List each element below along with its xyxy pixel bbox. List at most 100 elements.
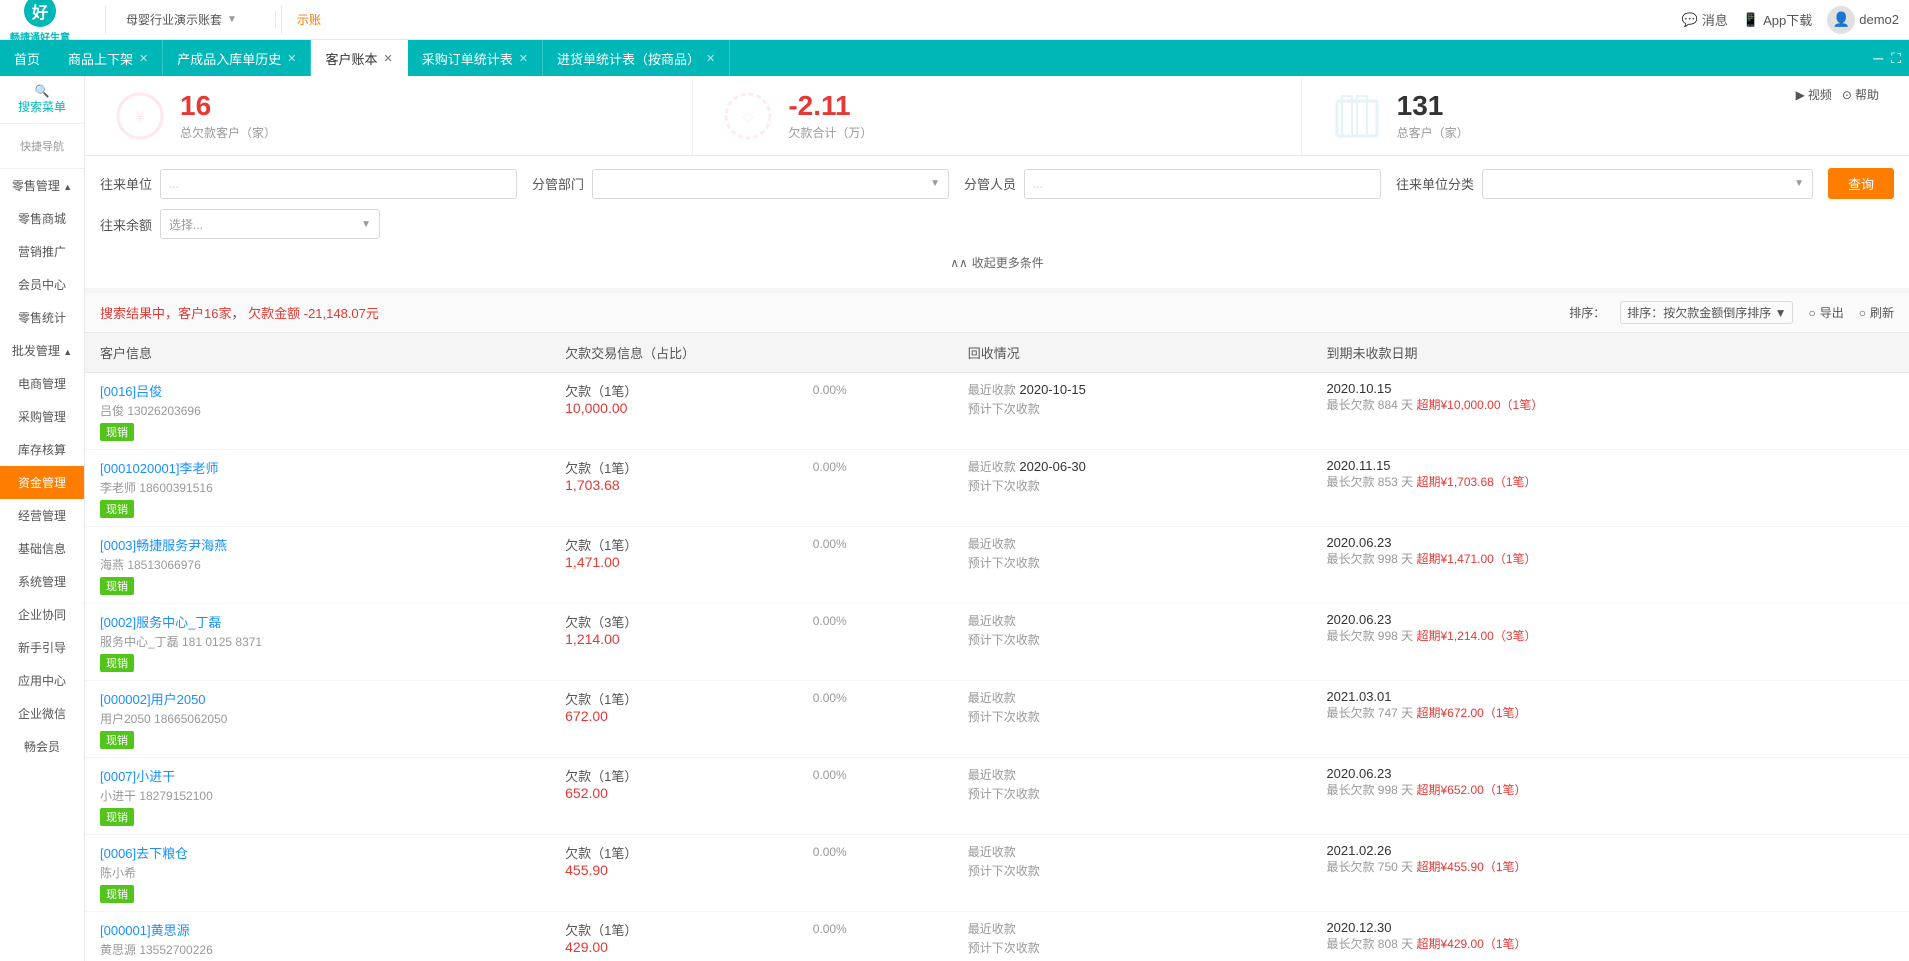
sort-select[interactable]: 排序：按欠款金额倒序排序 ▼ xyxy=(1620,301,1793,324)
overdue-amount-2[interactable]: 超期¥1,471.00（1笔） xyxy=(1416,552,1536,566)
sidebar-item-member-center[interactable]: 会员中心 xyxy=(0,268,84,301)
customer-name-1[interactable]: [0001020001]李老师 xyxy=(100,458,535,477)
debt-amount-7[interactable]: 429.00 xyxy=(565,939,783,955)
debt-amount-4[interactable]: 672.00 xyxy=(565,708,783,724)
export-btn[interactable]: ○ 导出 xyxy=(1808,304,1843,321)
sidebar-item-enterprise-coop[interactable]: 企业协同 xyxy=(0,598,84,631)
customer-name-5[interactable]: [0007]小进干 xyxy=(100,766,535,785)
sidebar-item-basic-info[interactable]: 基础信息 xyxy=(0,532,84,565)
td-debt-info-5: 欠款（1笔） 652.00 xyxy=(550,758,798,835)
filter-person: 分管人员 ... xyxy=(964,169,1381,199)
results-bar: 搜索结果中，客户16家， 欠款金额 -21,148.07元 排序： 排序：按欠款… xyxy=(85,293,1909,333)
sidebar-item-retail-mall[interactable]: 零售商城 xyxy=(0,202,84,235)
message-btn[interactable]: 💬 消息 xyxy=(1682,10,1728,29)
overdue-amount-0[interactable]: 超期¥10,000.00（1笔） xyxy=(1416,398,1543,412)
filter-balance-select[interactable]: 选择... ▼ xyxy=(160,209,380,239)
tabs-actions: ─ ⛶ xyxy=(1865,50,1909,67)
overdue-amount-3[interactable]: 超期¥1,214.00（3笔） xyxy=(1416,629,1536,643)
debt-amount-1[interactable]: 1,703.68 xyxy=(565,477,783,493)
table-row: [000002]用户2050 用户2050 18665062050 现销 欠款（… xyxy=(85,681,1909,758)
debt-amount-2[interactable]: 1,471.00 xyxy=(565,554,783,570)
sidebar-item-purchase-mgmt[interactable]: 采购管理 xyxy=(0,400,84,433)
refresh-btn[interactable]: ○ 刷新 xyxy=(1859,304,1894,321)
demo-link[interactable]: 示账 xyxy=(287,11,331,28)
debt-amount-5[interactable]: 652.00 xyxy=(565,785,783,801)
customer-name-3[interactable]: [0002]服务中心_丁磊 xyxy=(100,612,535,631)
sidebar-item-enterprise-wechat[interactable]: 企业微信 xyxy=(0,697,84,730)
sidebar-item-app-center[interactable]: 应用中心 xyxy=(0,664,84,697)
sidebar-item-retail-mgmt[interactable]: 零售管理 ▲ xyxy=(0,169,84,202)
search-button[interactable]: 查询 xyxy=(1828,168,1894,199)
filter-customer-label: 往来单位 xyxy=(100,174,152,193)
sort-arrow-icon: ▼ xyxy=(1775,306,1787,320)
sidebar-item-new-guide[interactable]: 新手引导 xyxy=(0,631,84,664)
filter-dept: 分管部门 ▼ xyxy=(532,169,949,199)
tab-products-shelf[interactable]: 商品上下架 ✕ xyxy=(54,40,163,76)
sidebar-search[interactable]: 🔍 搜索菜单 xyxy=(0,76,84,124)
video-icon: ▶ xyxy=(1796,88,1805,102)
filter-person-label: 分管人员 xyxy=(964,174,1016,193)
sidebar-item-ecommerce[interactable]: 电商管理 xyxy=(0,367,84,400)
filter-customer-input[interactable]: ... xyxy=(160,169,517,199)
sidebar-item-member-vip[interactable]: 畅会员 xyxy=(0,730,84,763)
filter-category-select[interactable]: ▼ xyxy=(1482,169,1813,199)
overdue-amount-1[interactable]: 超期¥1,703.68（1笔） xyxy=(1416,475,1536,489)
close-tab-production-history[interactable]: ✕ xyxy=(287,52,296,65)
sidebar-item-marketing[interactable]: 营销推广 xyxy=(0,235,84,268)
stat-actions: ▶ 视频 ⊙ 帮助 xyxy=(1796,76,1879,103)
sidebar-item-batch-mgmt[interactable]: 批发管理 ▲ xyxy=(0,334,84,367)
td-debt-pct-7: 0.00% xyxy=(798,912,953,961)
tab-purchase-stats-product[interactable]: 进货单统计表（按商品） ✕ xyxy=(543,40,730,76)
filter-dept-select[interactable]: ▼ xyxy=(592,169,949,199)
customer-name-2[interactable]: [0003]畅捷服务尹海燕 xyxy=(100,535,535,554)
close-tab-products-shelf[interactable]: ✕ xyxy=(139,52,148,65)
tab-home[interactable]: 首页 xyxy=(0,49,54,68)
td-collection-4: 最近收款 预计下次收款 xyxy=(953,681,1312,758)
table-row: [000001]黄思源 黄思源 13552700226 现销 欠款（1笔） 42… xyxy=(85,912,1909,961)
overdue-days-2: 最长欠款 998 天 超期¥1,471.00（1笔） xyxy=(1326,550,1894,567)
overdue-amount-7[interactable]: 超期¥429.00（1笔） xyxy=(1416,937,1526,951)
tabs-minimize-icon[interactable]: ─ xyxy=(1873,50,1883,66)
sidebar-item-inventory[interactable]: 库存核算 xyxy=(0,433,84,466)
close-tab-customer-account[interactable]: ✕ xyxy=(384,52,393,65)
sidebar-item-retail-stats[interactable]: 零售统计 xyxy=(0,301,84,334)
filter-row-1: 往来单位 ... 分管部门 ▼ 分管人员 xyxy=(100,168,1894,199)
customer-name-7[interactable]: [000001]黄思源 xyxy=(100,920,535,939)
td-collection-3: 最近收款 预计下次收款 xyxy=(953,604,1312,681)
filter-person-input[interactable]: ... xyxy=(1024,169,1381,199)
sidebar-item-system-mgmt[interactable]: 系统管理 xyxy=(0,565,84,598)
customer-name-0[interactable]: [0016]吕俊 xyxy=(100,381,535,400)
help-btn[interactable]: ⊙ 帮助 xyxy=(1842,86,1879,103)
overdue-amount-4[interactable]: 超期¥672.00（1笔） xyxy=(1416,706,1526,720)
debt-amount-3[interactable]: 1,214.00 xyxy=(565,631,783,647)
customer-name-4[interactable]: [000002]用户2050 xyxy=(100,689,535,708)
overdue-amount-5[interactable]: 超期¥652.00（1笔） xyxy=(1416,783,1526,797)
debt-amount-0[interactable]: 10,000.00 xyxy=(565,400,783,416)
customer-tag-3: 现销 xyxy=(100,654,134,672)
customer-tag-4: 现销 xyxy=(100,731,134,749)
app-download-btn[interactable]: 📱 App下载 xyxy=(1743,10,1812,29)
tab-production-history[interactable]: 产成品入库单历史 ✕ xyxy=(163,40,311,76)
td-due-date-4: 2021.03.01 最长欠款 747 天 超期¥672.00（1笔） xyxy=(1311,681,1909,758)
user-avatar-btn[interactable]: 👤 demo2 xyxy=(1827,6,1899,34)
td-collection-1: 最近收款 2020-06-30 预计下次收款 xyxy=(953,450,1312,527)
overdue-amount-6[interactable]: 超期¥455.90（1笔） xyxy=(1416,860,1526,874)
customer-tag-6: 现销 xyxy=(100,885,134,903)
debt-info-label-7: 欠款（1笔） xyxy=(565,920,783,939)
filter-customer: 往来单位 ... xyxy=(100,169,517,199)
tab-customer-account[interactable]: 客户账本 ✕ xyxy=(311,40,407,76)
view-video-btn[interactable]: ▶ 视频 xyxy=(1796,86,1832,103)
td-debt-pct-2: 0.00% xyxy=(798,527,953,604)
sidebar-item-finance-mgmt[interactable]: 资金管理 xyxy=(0,466,84,499)
collection-date-0: 2020-10-15 xyxy=(1019,382,1086,397)
tabs-expand-icon[interactable]: ⛶ xyxy=(1891,50,1901,67)
collapse-filters-btn[interactable]: ∧∧ 收起更多条件 xyxy=(100,249,1894,276)
store-selector[interactable]: 母婴行业演示账套 ▼ xyxy=(116,11,276,28)
customer-name-6[interactable]: [0006]去下粮仓 xyxy=(100,843,535,862)
close-tab-purchase-stats-product[interactable]: ✕ xyxy=(706,52,715,65)
sidebar-item-operations[interactable]: 经营管理 xyxy=(0,499,84,532)
tab-purchase-order-summary[interactable]: 采购订单统计表 ✕ xyxy=(408,40,543,76)
phone-icon: 📱 xyxy=(1743,12,1759,28)
close-tab-purchase-order-summary[interactable]: ✕ xyxy=(519,52,528,65)
debt-amount-6[interactable]: 455.90 xyxy=(565,862,783,878)
